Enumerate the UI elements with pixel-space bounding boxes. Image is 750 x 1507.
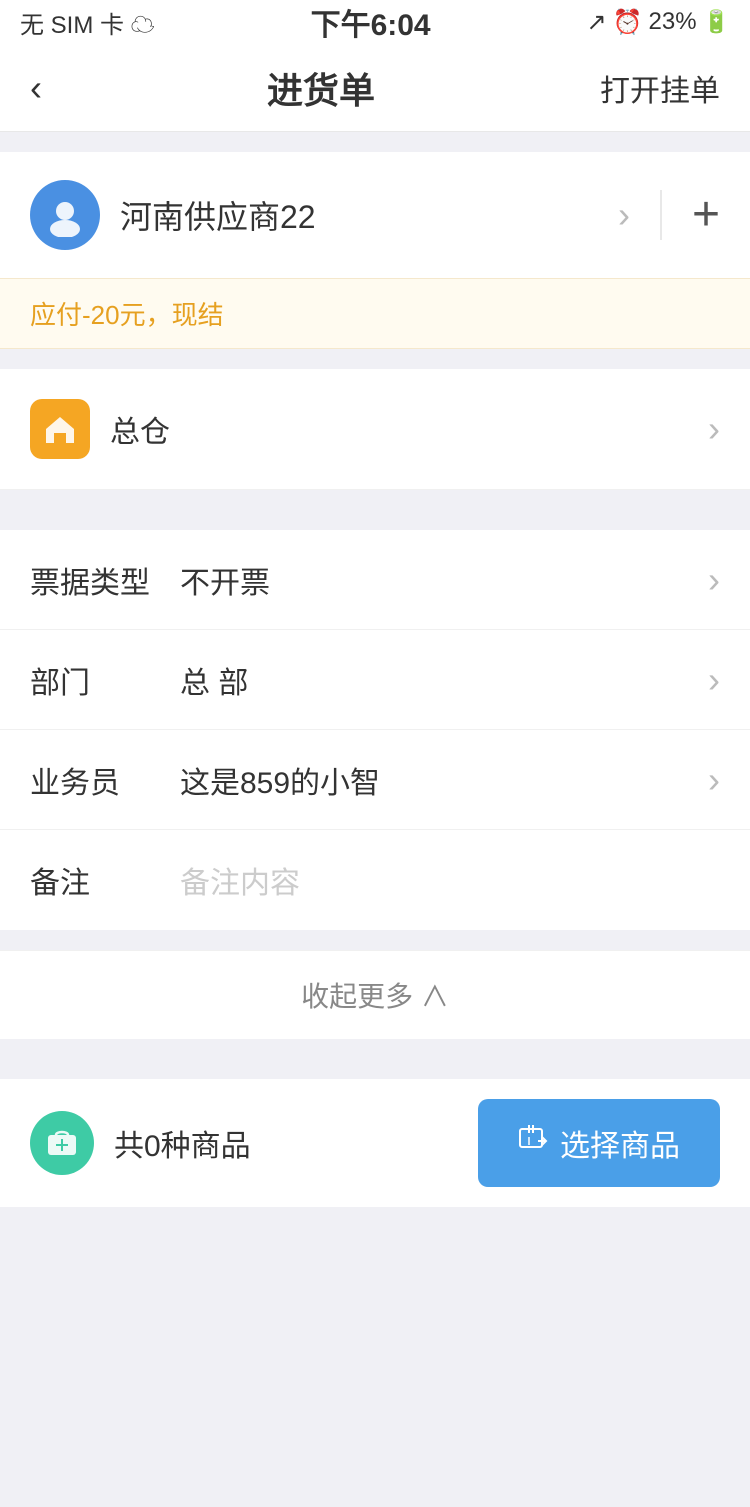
- product-count-label: 共0种商品: [114, 1121, 478, 1165]
- invoice-type-row[interactable]: 票据类型 不开票: [0, 530, 750, 630]
- remark-input[interactable]: 备注内容: [160, 858, 720, 902]
- nav-bar: ‹ 进货单 打开挂单: [0, 44, 750, 132]
- warehouse-chevron-icon: [708, 408, 720, 450]
- gap-2: [0, 349, 750, 369]
- gap-3: [0, 490, 750, 510]
- select-icon: [518, 1123, 550, 1163]
- back-button[interactable]: ‹: [30, 67, 42, 109]
- department-row[interactable]: 部门 总 部: [0, 630, 750, 730]
- supplier-section: 河南供应商22 + 应付-20元，现结: [0, 152, 750, 349]
- status-left: 无 SIM 卡 ☁: [20, 5, 155, 40]
- open-pending-button[interactable]: 打开挂单: [600, 66, 720, 110]
- page-background: [0, 1207, 750, 1507]
- department-chevron-icon: [708, 659, 720, 701]
- product-icon: [30, 1111, 94, 1175]
- salesperson-row[interactable]: 业务员 这是859的小智: [0, 730, 750, 830]
- invoice-type-chevron-icon: [708, 559, 720, 601]
- notice-banner: 应付-20元，现结: [0, 278, 750, 349]
- collapse-button[interactable]: 收起更多 ∧: [0, 950, 750, 1039]
- department-label: 部门: [30, 658, 160, 702]
- select-product-button[interactable]: 选择商品: [478, 1099, 720, 1187]
- remark-row[interactable]: 备注 备注内容: [0, 830, 750, 930]
- salesperson-label: 业务员: [30, 758, 160, 802]
- status-time: 下午6:04: [311, 0, 431, 44]
- battery-icon: 🔋: [703, 9, 730, 35]
- supplier-name: 河南供应商22: [120, 192, 618, 238]
- salesperson-value: 这是859的小智: [160, 758, 708, 802]
- warehouse-row[interactable]: 总仓: [0, 369, 750, 490]
- remark-label: 备注: [30, 858, 160, 902]
- supplier-chevron-icon: [618, 194, 630, 236]
- page-title: 进货单: [267, 62, 375, 114]
- select-product-label: 选择商品: [560, 1121, 680, 1165]
- supplier-row[interactable]: 河南供应商22 +: [0, 152, 750, 278]
- warehouse-section: 总仓: [0, 369, 750, 490]
- invoice-type-value: 不开票: [160, 558, 708, 602]
- bottom-bar: 共0种商品 选择商品: [0, 1079, 750, 1207]
- department-value: 总 部: [160, 658, 708, 702]
- supplier-add-button[interactable]: +: [692, 191, 720, 239]
- gap-4: [0, 1039, 750, 1059]
- battery-label: 23%: [649, 8, 697, 36]
- sim-label: 无 SIM 卡 ☁: [20, 5, 155, 40]
- salesperson-chevron-icon: [708, 759, 720, 801]
- gap-1: [0, 132, 750, 152]
- alarm-icon: ⏰: [613, 8, 643, 37]
- supplier-avatar: [30, 180, 100, 250]
- location-icon: ↗: [587, 8, 607, 37]
- form-section: 票据类型 不开票 部门 总 部 业务员 这是859的小智 备注 备注内容: [0, 530, 750, 930]
- warehouse-icon: [30, 399, 90, 459]
- status-bar: 无 SIM 卡 ☁ 下午6:04 ↗ ⏰ 23% 🔋: [0, 0, 750, 44]
- invoice-type-label: 票据类型: [30, 558, 160, 602]
- status-right: ↗ ⏰ 23% 🔋: [587, 8, 730, 37]
- warehouse-name: 总仓: [110, 407, 708, 451]
- supplier-divider: [660, 190, 662, 240]
